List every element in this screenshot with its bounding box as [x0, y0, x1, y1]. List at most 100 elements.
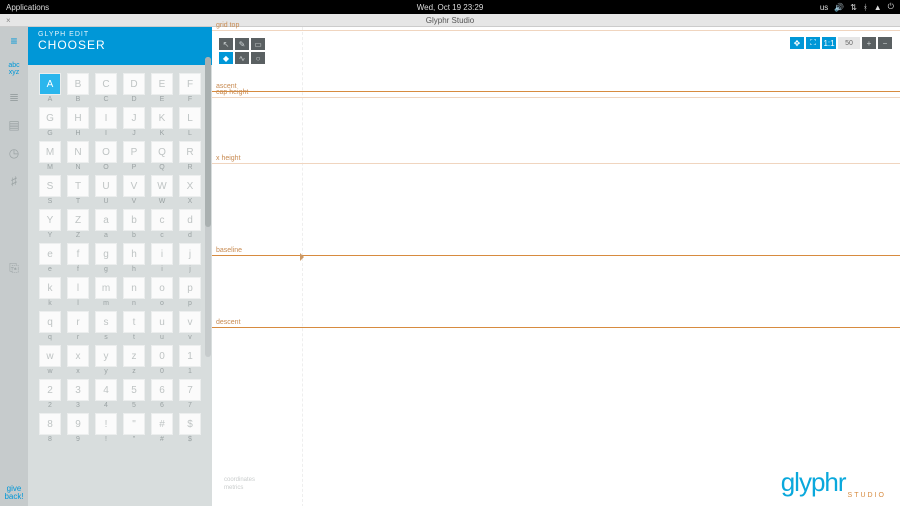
glyph-tile[interactable]: F — [179, 73, 201, 95]
glyph-tile[interactable]: I — [95, 107, 117, 129]
guide-label: x height — [216, 155, 241, 162]
glyph-tile[interactable]: Y — [39, 209, 61, 231]
glyph-tile[interactable]: p — [179, 277, 201, 299]
onetoone-tool[interactable]: 1:1 — [822, 37, 836, 49]
glyph-tile[interactable]: 5 — [123, 379, 145, 401]
glyph-tile[interactable]: 9 — [67, 413, 89, 435]
glyph-tile[interactable]: B — [67, 73, 89, 95]
glyph-tile[interactable]: C — [95, 73, 117, 95]
metrics-icon[interactable]: ♯ — [1, 168, 27, 194]
layers-icon[interactable]: ≣ — [1, 84, 27, 110]
notif-icon[interactable]: ▲ — [874, 3, 882, 12]
glyph-label: S — [48, 197, 53, 207]
input-icon[interactable]: us — [820, 3, 828, 12]
glyph-editor-canvas[interactable]: grid topascentcap heightx heightbaseline… — [212, 27, 900, 506]
bt-icon[interactable]: ᚼ — [863, 3, 868, 12]
glyph-tile[interactable]: W — [151, 175, 173, 197]
glyph-tile[interactable]: o — [151, 277, 173, 299]
glyph-tile[interactable]: 2 — [39, 379, 61, 401]
glyph-tile[interactable]: D — [123, 73, 145, 95]
glyph-tile[interactable]: e — [39, 243, 61, 265]
panel-scrollbar[interactable] — [205, 57, 211, 357]
glyph-tile[interactable]: w — [39, 345, 61, 367]
point-tool[interactable]: ◆ — [219, 52, 233, 64]
glyph-tile[interactable]: 4 — [95, 379, 117, 401]
glyph-tile[interactable]: T — [67, 175, 89, 197]
glyph-tile[interactable]: g — [95, 243, 117, 265]
glyph-tile[interactable]: G — [39, 107, 61, 129]
glyph-tile[interactable]: Z — [67, 209, 89, 231]
glyph-tile[interactable]: 7 — [179, 379, 201, 401]
arrow-tool[interactable]: ↖ — [219, 38, 233, 50]
glyph-tile[interactable]: X — [179, 175, 201, 197]
glyph-tile[interactable]: h — [123, 243, 145, 265]
glyph-tile[interactable]: f — [67, 243, 89, 265]
glyph-tile[interactable]: E — [151, 73, 173, 95]
glyph-tile[interactable]: V — [123, 175, 145, 197]
glyph-tile[interactable]: A — [39, 73, 61, 95]
glyph-tile[interactable]: M — [39, 141, 61, 163]
glyph-tile[interactable]: # — [151, 413, 173, 435]
glyph-tile[interactable]: K — [151, 107, 173, 129]
glyph-tile[interactable]: n — [123, 277, 145, 299]
path-tool[interactable]: ∿ — [235, 52, 249, 64]
glyph-tile[interactable]: 8 — [39, 413, 61, 435]
glyph-tile[interactable]: i — [151, 243, 173, 265]
glyph-tile[interactable]: S — [39, 175, 61, 197]
glyph-tile[interactable]: s — [95, 311, 117, 333]
glyph-tile[interactable]: H — [67, 107, 89, 129]
glyph-tile[interactable]: " — [123, 413, 145, 435]
scrollbar-thumb[interactable] — [205, 57, 211, 227]
glyph-tile[interactable]: 3 — [67, 379, 89, 401]
glyph-tile[interactable]: y — [95, 345, 117, 367]
pan-tool[interactable]: ✥ — [790, 37, 804, 49]
glyph-label: A — [48, 95, 53, 105]
glyph-tile[interactable]: m — [95, 277, 117, 299]
glyph-tile[interactable]: a — [95, 209, 117, 231]
pen-tool[interactable]: ✎ — [235, 38, 249, 50]
glyph-tile[interactable]: O — [95, 141, 117, 163]
glyph-tile[interactable]: k — [39, 277, 61, 299]
applications-menu[interactable]: Applications — [6, 3, 49, 12]
glyph-tile[interactable]: v — [179, 311, 201, 333]
glyph-tile[interactable]: l — [67, 277, 89, 299]
power-icon[interactable]: ⏻ — [888, 2, 894, 12]
glyph-tile[interactable]: 0 — [151, 345, 173, 367]
network-icon[interactable]: ⇅ — [850, 3, 857, 12]
volume-icon[interactable]: 🔊 — [834, 3, 844, 12]
glyph-tile[interactable]: t — [123, 311, 145, 333]
glyph-tile[interactable]: P — [123, 141, 145, 163]
glyph-tile[interactable]: U — [95, 175, 117, 197]
glyph-tile[interactable]: u — [151, 311, 173, 333]
history-icon[interactable]: ◷ — [1, 140, 27, 166]
glyph-tile[interactable]: j — [179, 243, 201, 265]
give-back-link[interactable]: give back! — [4, 485, 23, 501]
glyph-tile[interactable]: 6 — [151, 379, 173, 401]
glyph-tile[interactable]: z — [123, 345, 145, 367]
menu-icon[interactable]: ≡ — [1, 28, 27, 54]
glyph-tile[interactable]: q — [39, 311, 61, 333]
glyph-tile[interactable]: d — [179, 209, 201, 231]
oval-tool[interactable]: ○ — [251, 52, 265, 64]
zoom-level-field[interactable]: 50 — [838, 37, 860, 49]
rect-tool[interactable]: ▭ — [251, 38, 265, 50]
glyph-tile[interactable]: 1 — [179, 345, 201, 367]
fit-tool[interactable]: ⛶ — [806, 37, 820, 49]
glyph-tile[interactable]: $ — [179, 413, 201, 435]
zoom-in-button[interactable]: + — [862, 37, 876, 49]
glyph-tile[interactable]: N — [67, 141, 89, 163]
window-close-button[interactable]: × — [6, 16, 11, 25]
list-icon[interactable]: ▤ — [1, 112, 27, 138]
glyph-tile[interactable]: R — [179, 141, 201, 163]
glyph-tile[interactable]: Q — [151, 141, 173, 163]
abc-icon[interactable]: abc xyz — [1, 56, 27, 82]
export-icon[interactable]: ⎘ — [1, 255, 27, 281]
glyph-tile[interactable]: c — [151, 209, 173, 231]
glyph-tile[interactable]: L — [179, 107, 201, 129]
glyph-tile[interactable]: b — [123, 209, 145, 231]
glyph-tile[interactable]: ! — [95, 413, 117, 435]
glyph-tile[interactable]: x — [67, 345, 89, 367]
zoom-out-button[interactable]: − — [878, 37, 892, 49]
glyph-tile[interactable]: J — [123, 107, 145, 129]
glyph-tile[interactable]: r — [67, 311, 89, 333]
